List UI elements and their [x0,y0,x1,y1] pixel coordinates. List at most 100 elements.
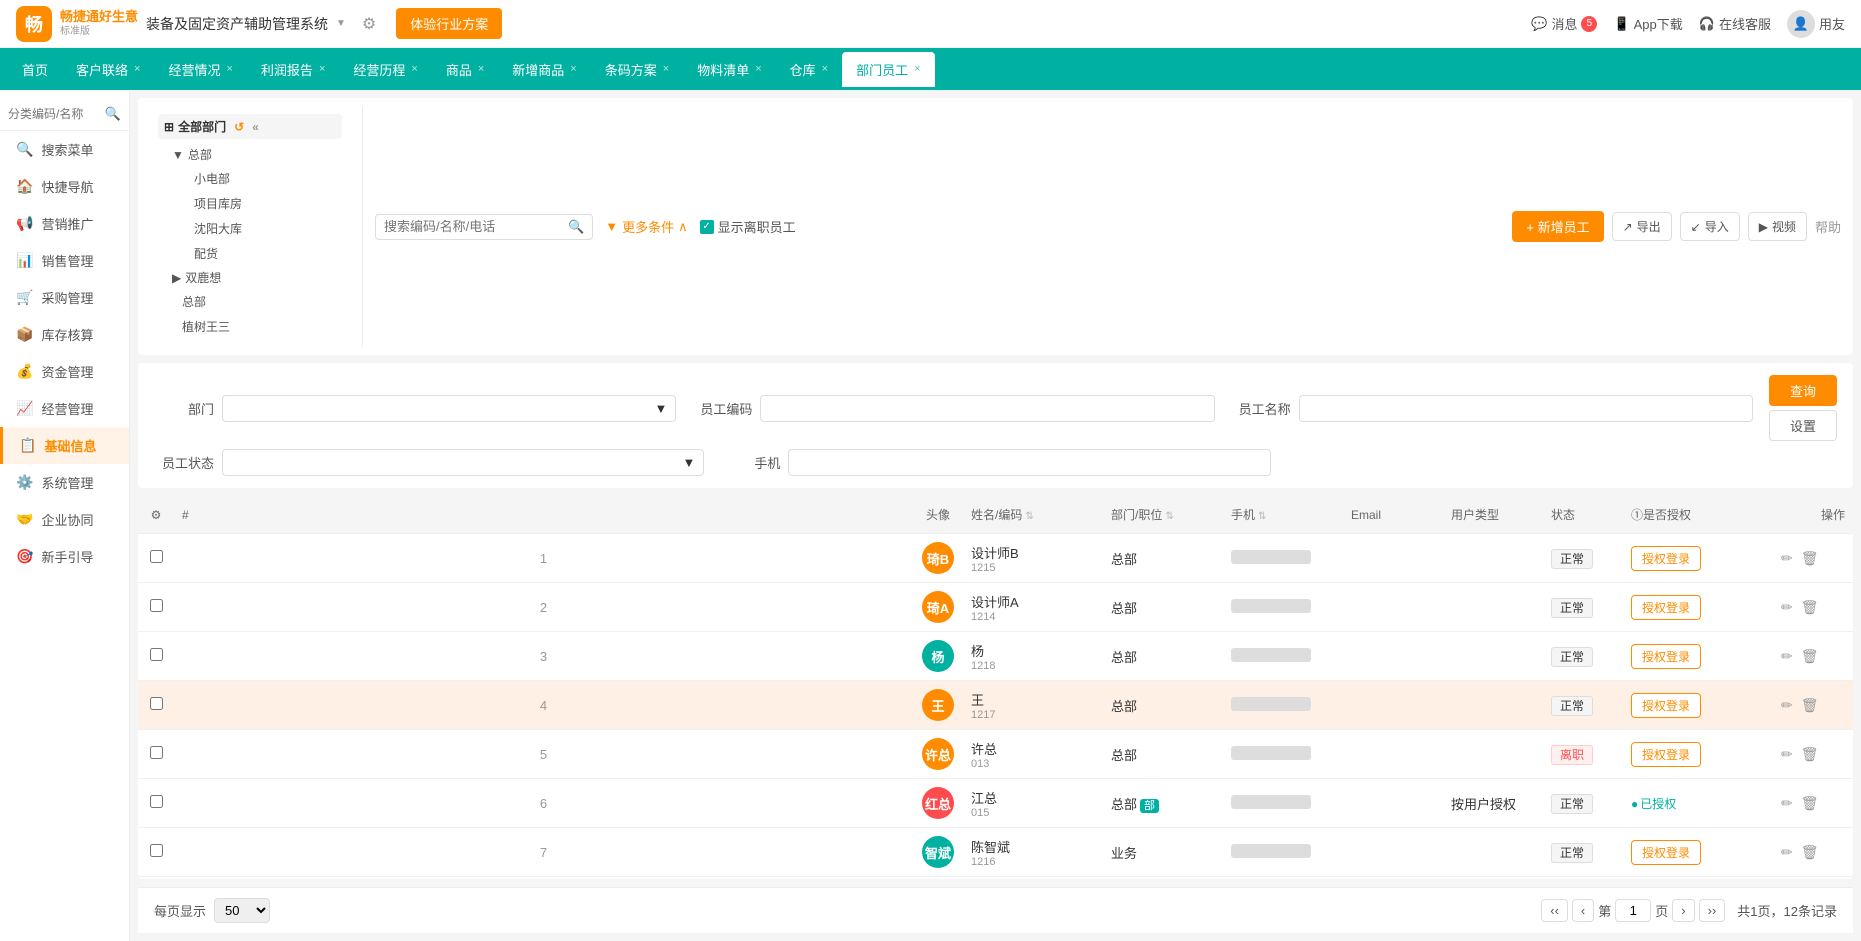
row-checkbox[interactable] [138,730,174,779]
close-operation-icon[interactable]: × [226,63,232,75]
tab-profit[interactable]: 利润报告× [247,52,339,87]
auth-login-button[interactable]: 授权登录 [1631,595,1701,620]
trial-button[interactable]: 体验行业方案 [396,8,502,39]
tab-home[interactable]: 首页 [8,52,62,87]
row-checkbox[interactable] [138,681,174,730]
edit-icon[interactable]: ✏ [1781,550,1793,567]
dept-item-peihu[interactable]: 配货 [178,241,342,266]
sidebar-search-input[interactable] [8,107,101,121]
close-history-icon[interactable]: × [411,63,417,75]
sidebar-search-icon[interactable]: 🔍 [105,106,121,122]
row-checkbox[interactable] [138,779,174,828]
filter-empcode-input[interactable] [760,395,1214,422]
help-link[interactable]: 帮助 [1815,217,1841,236]
search-icon-btn[interactable]: 🔍 [568,219,584,235]
sidebar-item-nav[interactable]: 🏠 快捷导航 [0,168,129,205]
filter-empname-input[interactable] [1299,395,1753,422]
online-support-item[interactable]: 🎧 在线客服 [1699,14,1771,33]
sidebar-item-sales[interactable]: 📊 销售管理 [0,242,129,279]
delete-icon[interactable]: 🗑 [1801,550,1819,567]
set-button[interactable]: 设置 [1769,410,1837,441]
dept-shuanglu[interactable]: ▶ 双鹿想 [166,266,342,289]
delete-icon[interactable]: 🗑 [1801,599,1819,616]
show-inactive-checkbox[interactable]: ✓ [700,220,714,234]
delete-icon[interactable]: 🗑 [1801,648,1819,665]
close-addgoods-icon[interactable]: × [570,63,576,75]
tab-history[interactable]: 经营历程× [339,52,431,87]
row-select-checkbox[interactable] [150,648,163,661]
dept-item-zhishu[interactable]: 植树王三 [166,314,342,339]
tab-customer[interactable]: 客户联络× [62,52,154,87]
row-checkbox[interactable] [138,828,174,877]
row-select-checkbox[interactable] [150,795,163,808]
user-item[interactable]: 👤 用友 [1787,10,1845,38]
tab-addgoods[interactable]: 新增商品× [498,52,590,87]
edit-icon[interactable]: ✏ [1781,648,1793,665]
auth-login-button[interactable]: 授权登录 [1631,840,1701,865]
page-number-input[interactable] [1615,899,1651,922]
close-customer-icon[interactable]: × [134,63,140,75]
search-input[interactable] [384,219,564,234]
delete-icon[interactable]: 🗑 [1801,844,1819,861]
sidebar-item-inventory[interactable]: 📦 库存核算 [0,316,129,353]
sidebar-item-basic[interactable]: 📋 基础信息 [0,427,129,464]
export-button[interactable]: ↗ 导出 [1612,212,1672,241]
tab-employee[interactable]: 部门员工× [842,52,934,87]
filter-status-select[interactable]: ▼ [222,449,704,476]
collapse-icon[interactable]: « [252,120,259,134]
dept-item-project[interactable]: 项目库房 [178,191,342,216]
close-profit-icon[interactable]: × [319,63,325,75]
search-button[interactable]: 查询 [1769,375,1837,406]
tab-barcode[interactable]: 条码方案× [591,52,683,87]
dept-all-header[interactable]: ⊞ 全部部门 ↺ « [158,114,342,139]
filter-dept-select[interactable]: ▼ [222,395,676,422]
row-checkbox[interactable] [138,877,174,880]
col-header-name[interactable]: 姓名/编码⇅ [963,496,1103,534]
sidebar-item-system[interactable]: ⚙️ 系统管理 [0,464,129,501]
close-barcode-icon[interactable]: × [663,63,669,75]
first-page-btn[interactable]: ‹‹ [1541,899,1568,922]
auth-login-button[interactable]: 授权登录 [1631,693,1701,718]
row-select-checkbox[interactable] [150,697,163,710]
row-select-checkbox[interactable] [150,746,163,759]
edit-icon[interactable]: ✏ [1781,697,1793,714]
col-header-phone[interactable]: 手机⇅ [1223,496,1343,534]
delete-icon[interactable]: 🗑 [1801,795,1819,812]
close-employee-icon[interactable]: × [914,63,920,75]
close-goods-icon[interactable]: × [478,63,484,75]
page-size-select[interactable]: 50 20 100 [214,898,270,923]
col-header-dept[interactable]: 部门/职位⇅ [1103,496,1223,534]
add-employee-button[interactable]: + 新增员工 [1512,211,1603,242]
tab-goods[interactable]: 商品× [432,52,498,87]
system-dropdown-arrow[interactable]: ▼ [336,18,346,29]
tab-bom[interactable]: 物料清单× [683,52,775,87]
dept-group-head[interactable]: ▼ 总部 [166,143,342,166]
last-page-btn[interactable]: ›› [1699,899,1726,922]
dept-item-zongbu[interactable]: 总部 [166,289,342,314]
video-button[interactable]: ▶ 视频 [1748,212,1807,241]
more-filter-btn[interactable]: ▼ 更多条件 ∧ [605,217,687,236]
auth-login-button[interactable]: 授权登录 [1631,742,1701,767]
filter-phone-input[interactable] [788,449,1270,476]
import-button[interactable]: ↙ 导入 [1680,212,1740,241]
close-warehouse-icon[interactable]: × [822,63,828,75]
row-select-checkbox[interactable] [150,550,163,563]
sidebar-item-marketing[interactable]: 📢 营销推广 [0,205,129,242]
next-page-btn[interactable]: › [1672,899,1694,922]
sidebar-item-purchase[interactable]: 🛒 采购管理 [0,279,129,316]
close-bom-icon[interactable]: × [755,63,761,75]
prev-page-btn[interactable]: ‹ [1572,899,1594,922]
auth-login-button[interactable]: 授权登录 [1631,546,1701,571]
show-inactive-toggle[interactable]: ✓ 显示离职员工 [700,217,796,236]
sidebar-item-collab[interactable]: 🤝 企业协同 [0,501,129,538]
sidebar-item-guide[interactable]: 🎯 新手引导 [0,538,129,575]
tab-warehouse[interactable]: 仓库× [776,52,842,87]
app-download-item[interactable]: 📱 App下载 [1613,14,1682,33]
message-item[interactable]: 💬 消息 5 [1531,14,1597,33]
col-header-settings[interactable]: ⚙ [138,496,174,534]
tab-operation[interactable]: 经营情况× [154,52,246,87]
settings-icon[interactable]: ⚙ [362,14,376,34]
row-checkbox[interactable] [138,534,174,583]
sidebar-item-business[interactable]: 📈 经营管理 [0,390,129,427]
row-select-checkbox[interactable] [150,599,163,612]
